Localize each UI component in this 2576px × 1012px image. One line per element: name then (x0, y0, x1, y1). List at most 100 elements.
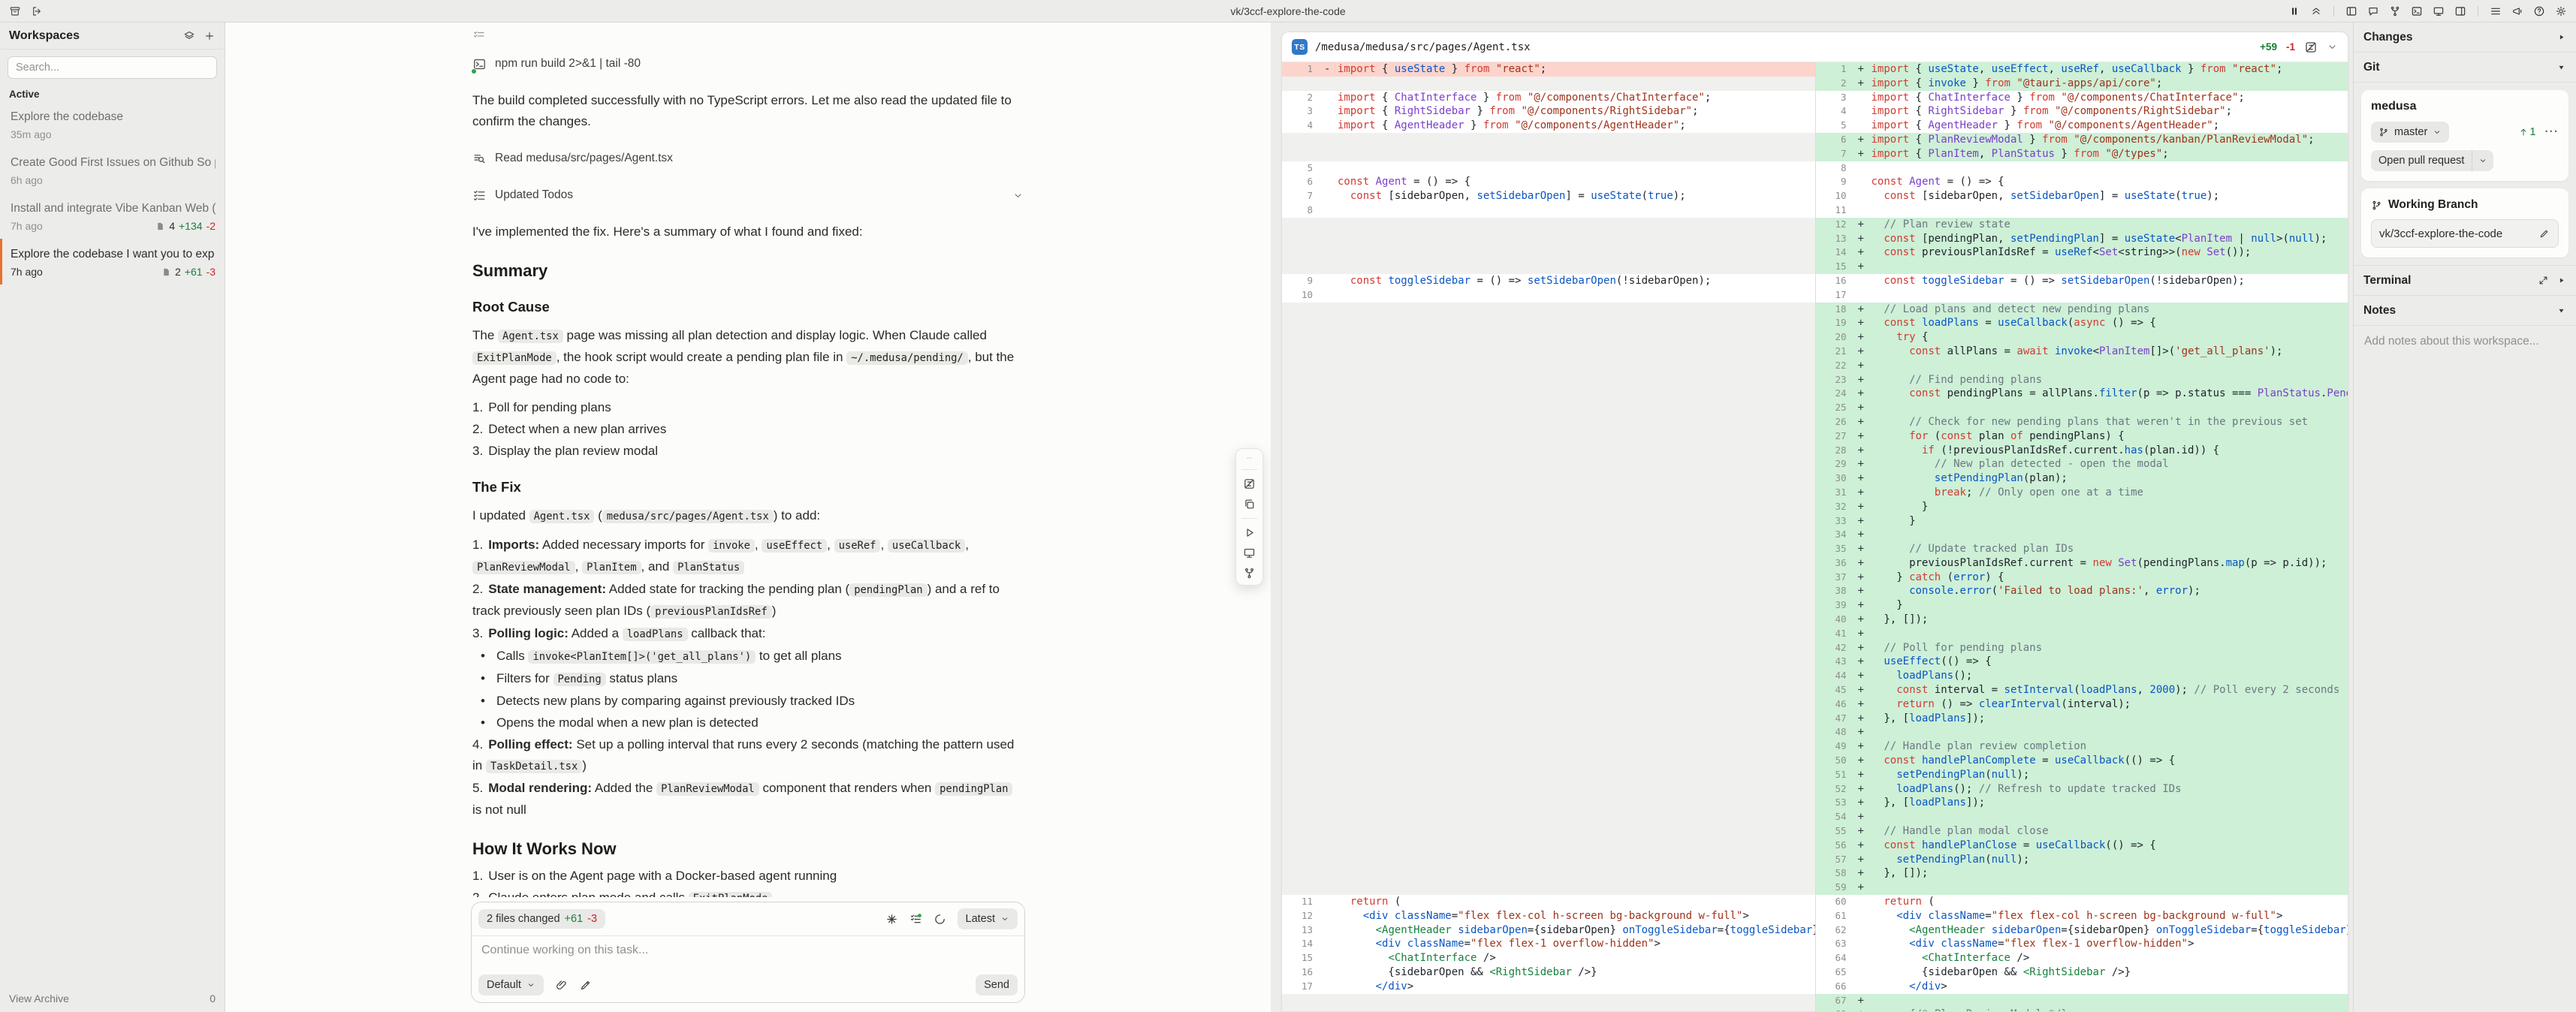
topbar-left-icons (9, 5, 43, 17)
spinner-icon[interactable] (934, 913, 946, 926)
notes-label: Notes (2363, 304, 2396, 318)
chevron-down-icon (526, 980, 535, 989)
diff-row: 58+ }, []); (1816, 866, 2348, 881)
megaphone-icon[interactable] (2511, 5, 2523, 17)
diff-row (1282, 218, 1815, 232)
panel-left-icon[interactable] (2345, 5, 2357, 17)
diff-view-icon[interactable] (2304, 41, 2318, 54)
message-input[interactable] (481, 944, 1015, 965)
terminal-section-header[interactable]: Terminal (2354, 266, 2576, 296)
chat-scroll-area[interactable]: npm run build 2>&1 | tail -80The build c… (225, 23, 1271, 897)
workspace-item[interactable]: Create Good First Issues on Github So p6… (0, 147, 225, 193)
more-actions-button[interactable]: ··· (2545, 125, 2559, 139)
diff-row: 32+ } (1816, 500, 2348, 514)
diff-row: 2+import { invoke } from "@tauri-apps/ap… (1816, 77, 2348, 91)
additions-count: +61 (565, 913, 584, 925)
diff-row (1282, 373, 1815, 387)
git-section-header[interactable]: Git (2354, 53, 2576, 83)
diff-row: 31+ break; // Only open one at a time (1816, 486, 2348, 500)
diff-row (1282, 613, 1815, 627)
play-icon[interactable] (1243, 526, 1256, 539)
list-item: 5.Modal rendering: Added the PlanReviewM… (472, 778, 1024, 821)
diff-row (1282, 782, 1815, 797)
copy-icon[interactable] (1243, 498, 1256, 511)
diff-row: 5 (1282, 161, 1815, 176)
plus-icon[interactable] (204, 30, 216, 42)
separator (1241, 518, 1257, 519)
monitor-icon[interactable] (1243, 547, 1256, 559)
open-pr-options-button[interactable] (2472, 150, 2493, 171)
working-branch-input[interactable] (2379, 227, 2532, 240)
workspace-item[interactable]: Explore the codebase35m ago (0, 101, 225, 147)
files-changed-chip[interactable]: 2 files changed +61 -3 (478, 909, 605, 929)
diff-pane-new[interactable]: 1+import { useState, useEffect, useRef, … (1815, 62, 2348, 1012)
chevron-down-icon[interactable] (2327, 41, 2338, 53)
diff-row: 28+ if (!previousPlanIdsRef.current.has(… (1816, 444, 2348, 458)
diff-row: 21+ const allPlans = await invoke<PlanIt… (1816, 345, 2348, 359)
branch-selector[interactable]: master (2371, 122, 2449, 143)
workspaces-title: Workspaces (9, 29, 80, 43)
list-item: 4.Polling effect: Set up a polling inter… (472, 734, 1024, 777)
git-fork-icon[interactable] (2389, 5, 2401, 17)
git-panel: Changes Git medusa master 1 (2353, 23, 2576, 1012)
view-archive-link[interactable]: View Archive (9, 992, 69, 1004)
changes-section-header[interactable]: Changes (2354, 23, 2576, 53)
help-icon[interactable] (2533, 5, 2545, 17)
todos-icon (472, 188, 487, 203)
menu-icon[interactable] (2490, 5, 2502, 17)
pencil-icon[interactable] (2538, 227, 2550, 239)
diff-row (1282, 712, 1815, 726)
repo-card: medusa master 1 ··· Open pull req (2361, 90, 2568, 181)
git-fork-icon[interactable] (1243, 567, 1256, 580)
terminal-icon[interactable] (2411, 5, 2423, 17)
diff-row: 4import { AgentHeader } from "@/componen… (1282, 119, 1815, 133)
chev-down-icon[interactable] (1012, 190, 1024, 201)
separator (1241, 469, 1257, 470)
diff-row: 46+ return () => clearInterval(interval)… (1816, 697, 2348, 712)
pen-icon[interactable] (579, 979, 592, 992)
open-pull-request-button[interactable]: Open pull request (2371, 150, 2472, 171)
sign-out-icon[interactable] (31, 5, 43, 17)
diff-row: 7+import { PlanItem, PlanStatus } from "… (1816, 147, 2348, 161)
latest-dropdown[interactable]: Latest (958, 908, 1018, 929)
todos-dot-icon[interactable] (909, 913, 922, 926)
workspace-item[interactable]: Explore the codebase I want you to exp7h… (0, 239, 225, 285)
collapse-up-icon[interactable] (2310, 5, 2322, 17)
pause-icon[interactable] (2288, 5, 2300, 17)
working-branch-card: Working Branch (2361, 188, 2568, 258)
triangle-down-icon (2556, 306, 2566, 315)
diff-row: 26+ // Check for new pending plans that … (1816, 415, 2348, 429)
panel-right-icon[interactable] (2454, 5, 2466, 17)
diff-row: 15+ (1816, 260, 2348, 274)
composer-attach-icons (555, 979, 592, 992)
chat-bubble-icon[interactable] (2367, 5, 2379, 17)
workspace-item[interactable]: Install and integrate Vibe Kanban Web (7… (0, 193, 225, 239)
diff-row (1282, 528, 1815, 542)
gear-icon[interactable] (2555, 5, 2567, 17)
diff-row: 40+ }, []); (1816, 613, 2348, 627)
git-branch-icon (2371, 200, 2382, 211)
diff-pane-old[interactable]: 1-import { useState } from "react";2impo… (1282, 62, 1815, 1012)
tool-call-row[interactable]: Read medusa/src/pages/Agent.tsx (472, 148, 1024, 169)
diff-row: 25+ (1816, 401, 2348, 415)
diff-row (1282, 853, 1815, 867)
spark-icon[interactable] (885, 913, 898, 926)
mode-dropdown[interactable]: Default (478, 974, 544, 995)
monitor-icon[interactable] (2433, 5, 2445, 17)
tool-call-row[interactable]: Updated Todos (472, 185, 1024, 206)
tool-call-row[interactable]: npm run build 2>&1 | tail -80 (472, 53, 1024, 74)
list-item: 1.Poll for pending plans (472, 397, 1024, 418)
search-input[interactable] (8, 56, 217, 79)
paperclip-icon[interactable] (555, 979, 568, 992)
archive-icon[interactable] (9, 5, 21, 17)
layers-icon[interactable] (183, 30, 195, 42)
notes-section-header[interactable]: Notes (2354, 296, 2576, 326)
diff-icon[interactable] (1243, 477, 1256, 490)
diff-row (1282, 683, 1815, 697)
topbar-right-icons (2288, 5, 2567, 17)
expand-icon[interactable] (2538, 275, 2549, 286)
send-button[interactable]: Send (976, 974, 1018, 995)
drag-dots-icon[interactable] (1243, 454, 1256, 462)
notes-placeholder[interactable]: Add notes about this workspace... (2354, 326, 2576, 357)
diff-row: 18+ // Load plans and detect new pending… (1816, 303, 2348, 317)
